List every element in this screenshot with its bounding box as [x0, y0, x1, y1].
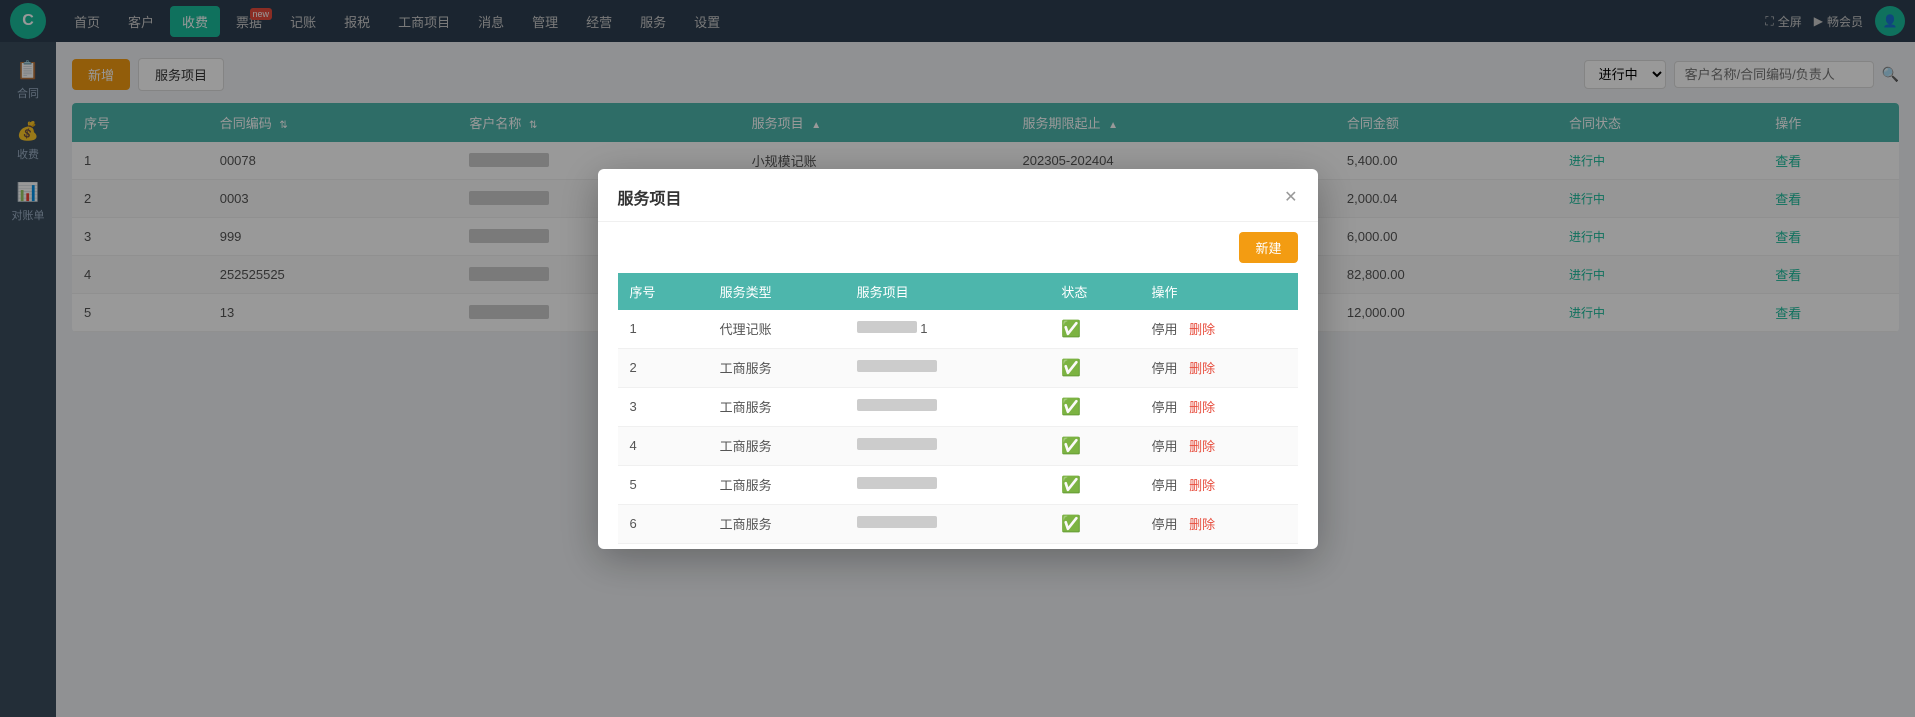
service-items-modal: 服务项目 ✕ 新建 序号 服务类型 服务项目 状态: [598, 169, 1318, 549]
modal-cell-item: [845, 465, 1050, 504]
item-blurred: [857, 516, 937, 528]
status-check-icon: ✅: [1061, 399, 1081, 416]
modal-cell-action: 停用 删除: [1140, 348, 1298, 387]
modal-cell-type: 工商服务: [708, 504, 845, 543]
modal-table-header: 序号 服务类型 服务项目 状态 操作: [618, 273, 1298, 310]
modal-cell-status: ✅: [1049, 387, 1139, 426]
modal-cell-type: 工商服务: [708, 543, 845, 549]
modal-cell-type: 工商服务: [708, 426, 845, 465]
modal-cell-item: [845, 348, 1050, 387]
main-layout: 📋 合同💰 收费📊 对账单 新增 服务项目 进行中已完成已取消 🔍 序号 合同编…: [0, 42, 1915, 717]
stop-action-btn[interactable]: 停用: [1152, 478, 1178, 493]
modal-cell-type: 工商服务: [708, 348, 845, 387]
modal-title: 服务项目: [618, 185, 682, 209]
modal-cell-seq: 6: [618, 504, 708, 543]
modal-cell-seq: 1: [618, 310, 708, 349]
delete-action-btn[interactable]: 删除: [1189, 361, 1215, 376]
stop-action-btn[interactable]: 停用: [1152, 361, 1178, 376]
item-blurred: [857, 399, 937, 411]
modal-table-row: 6 工商服务 ✅ 停用 删除: [618, 504, 1298, 543]
modal-cell-action: 停用 删除: [1140, 387, 1298, 426]
modal-cell-action: 停用 删除: [1140, 310, 1298, 349]
modal-table-body: 1 代理记账 1 ✅ 停用 删除 2 工商服务 ✅ 停用 删除 3 工商服务 ✅…: [618, 310, 1298, 549]
status-check-icon: ✅: [1061, 360, 1081, 377]
stop-action-btn[interactable]: 停用: [1152, 439, 1178, 454]
modal-overlay: 服务项目 ✕ 新建 序号 服务类型 服务项目 状态: [56, 42, 1915, 717]
modal-table-row: 7 工商服务 ✅ 停用 删除: [618, 543, 1298, 549]
item-blurred: [857, 321, 917, 333]
modal-cell-type: 工商服务: [708, 387, 845, 426]
modal-table-row: 2 工商服务 ✅ 停用 删除: [618, 348, 1298, 387]
modal-cell-seq: 3: [618, 387, 708, 426]
modal-header-row: 序号 服务类型 服务项目 状态 操作: [618, 273, 1298, 310]
modal-cell-seq: 5: [618, 465, 708, 504]
modal-toolbar: 新建: [598, 222, 1318, 273]
modal-close-button[interactable]: ✕: [1284, 187, 1297, 207]
modal-cell-seq: 4: [618, 426, 708, 465]
modal-header: 服务项目 ✕: [598, 169, 1318, 222]
modal-cell-status: ✅: [1049, 543, 1139, 549]
modal-cell-status: ✅: [1049, 310, 1139, 349]
modal-cell-action: 停用 删除: [1140, 426, 1298, 465]
item-blurred: [857, 360, 937, 372]
modal-cell-action: 停用 删除: [1140, 543, 1298, 549]
item-blurred: [857, 477, 937, 489]
modal-col-type: 服务类型: [708, 273, 845, 310]
status-check-icon: ✅: [1061, 321, 1081, 338]
modal-cell-type: 工商服务: [708, 465, 845, 504]
service-items-table: 序号 服务类型 服务项目 状态 操作 1 代理记账 1 ✅ 停用 删除: [618, 273, 1298, 549]
modal-cell-item: 1: [845, 310, 1050, 349]
delete-action-btn[interactable]: 删除: [1189, 322, 1215, 337]
modal-cell-seq: 7: [618, 543, 708, 549]
modal-cell-action: 停用 删除: [1140, 504, 1298, 543]
modal-cell-action: 停用 删除: [1140, 465, 1298, 504]
modal-cell-status: ✅: [1049, 426, 1139, 465]
modal-table-row: 5 工商服务 ✅ 停用 删除: [618, 465, 1298, 504]
modal-cell-item: [845, 426, 1050, 465]
status-check-icon: ✅: [1061, 516, 1081, 533]
stop-action-btn[interactable]: 停用: [1152, 322, 1178, 337]
modal-cell-status: ✅: [1049, 348, 1139, 387]
modal-new-button[interactable]: 新建: [1239, 232, 1297, 263]
modal-cell-item: [845, 543, 1050, 549]
delete-action-btn[interactable]: 删除: [1189, 400, 1215, 415]
modal-col-seq: 序号: [618, 273, 708, 310]
delete-action-btn[interactable]: 删除: [1189, 439, 1215, 454]
modal-table-row: 4 工商服务 ✅ 停用 删除: [618, 426, 1298, 465]
modal-cell-status: ✅: [1049, 504, 1139, 543]
modal-body: 序号 服务类型 服务项目 状态 操作 1 代理记账 1 ✅ 停用 删除: [598, 273, 1318, 549]
modal-cell-item: [845, 387, 1050, 426]
modal-table-row: 1 代理记账 1 ✅ 停用 删除: [618, 310, 1298, 349]
modal-cell-seq: 2: [618, 348, 708, 387]
modal-col-item: 服务项目: [845, 273, 1050, 310]
modal-table-row: 3 工商服务 ✅ 停用 删除: [618, 387, 1298, 426]
delete-action-btn[interactable]: 删除: [1189, 478, 1215, 493]
stop-action-btn[interactable]: 停用: [1152, 400, 1178, 415]
modal-cell-type: 代理记账: [708, 310, 845, 349]
modal-col-status: 状态: [1049, 273, 1139, 310]
status-check-icon: ✅: [1061, 477, 1081, 494]
item-blurred: [857, 438, 937, 450]
delete-action-btn[interactable]: 删除: [1189, 517, 1215, 532]
modal-cell-item: [845, 504, 1050, 543]
modal-col-action: 操作: [1140, 273, 1298, 310]
main-content: 新增 服务项目 进行中已完成已取消 🔍 序号 合同编码 ⇅ 客户名称 ⇅ 服务项…: [56, 42, 1915, 717]
modal-cell-status: ✅: [1049, 465, 1139, 504]
stop-action-btn[interactable]: 停用: [1152, 517, 1178, 532]
status-check-icon: ✅: [1061, 438, 1081, 455]
